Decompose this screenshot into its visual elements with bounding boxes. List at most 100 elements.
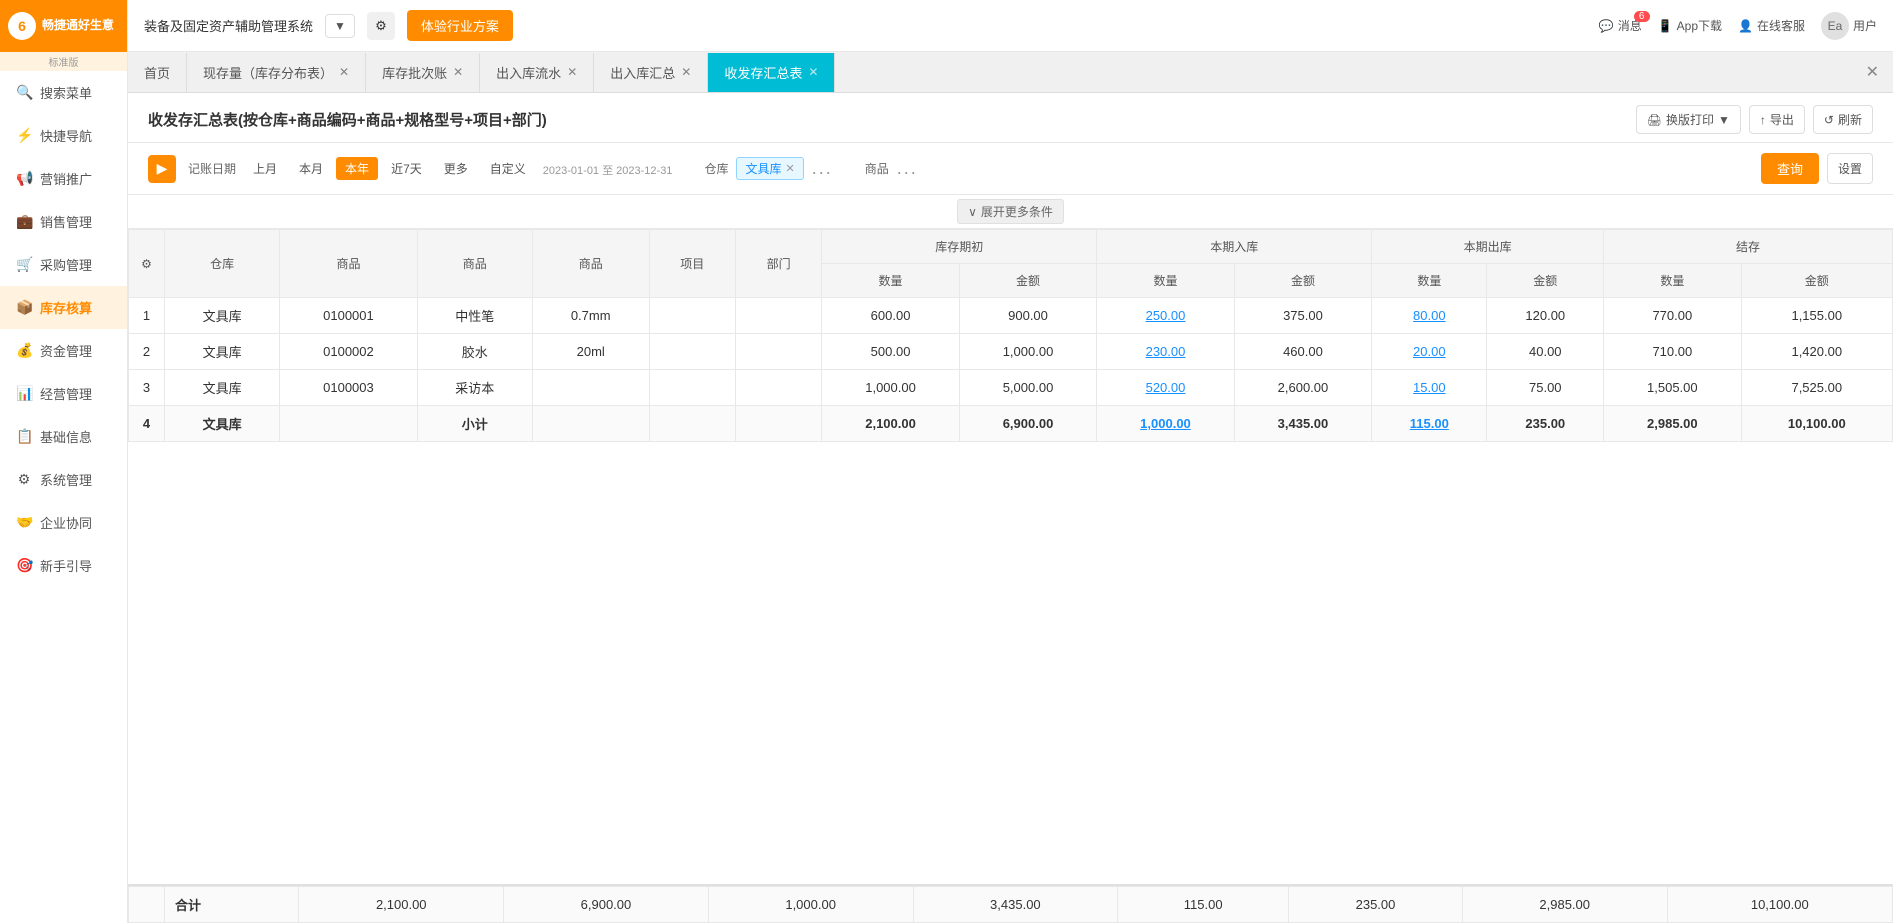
warehouse-dots[interactable]: ... <box>812 158 833 179</box>
cell-no: 3 <box>129 370 165 406</box>
tab-recv-send-close[interactable]: ✕ <box>808 65 818 79</box>
sidebar-item-newbie[interactable]: 🎯 新手引导 <box>0 544 127 587</box>
tab-home[interactable]: 首页 <box>128 53 187 92</box>
footer-close-amt: 10,100.00 <box>1667 887 1892 923</box>
print-button[interactable]: 🖨 换版打印 ▼ <box>1636 105 1741 134</box>
cell-in-qty[interactable]: 230.00 <box>1097 334 1234 370</box>
cell-in-qty[interactable]: 1,000.00 <box>1097 406 1234 442</box>
expand-more-label: 展开更多条件 <box>981 203 1053 220</box>
tab-summary-io[interactable]: 出入库汇总 ✕ <box>594 53 708 92</box>
warehouse-tag-close[interactable]: ✕ <box>785 162 794 175</box>
date-btn-custom[interactable]: 自定义 <box>481 157 535 180</box>
tab-summary-io-close[interactable]: ✕ <box>681 65 691 79</box>
th-group-out: 本期出库 <box>1372 230 1604 264</box>
tab-batch[interactable]: 库存批次账 ✕ <box>366 53 480 92</box>
cell-close-amt: 1,155.00 <box>1741 298 1892 334</box>
purchase-icon: 🛒 <box>16 256 32 273</box>
cell-close-qty: 710.00 <box>1604 334 1741 370</box>
date-btn-last-month[interactable]: 上月 <box>244 157 286 180</box>
sidebar-item-inventory[interactable]: 📦 库存核算 <box>0 286 127 329</box>
date-btn-more[interactable]: 更多 <box>435 157 477 180</box>
date-btn-this-year[interactable]: 本年 <box>336 157 378 180</box>
cell-close-qty: 2,985.00 <box>1604 406 1741 442</box>
tab-inventory-dist[interactable]: 现存量（库存分布表） ✕ <box>187 53 366 92</box>
sidebar-item-basic[interactable]: 📋 基础信息 <box>0 415 127 458</box>
th-opening-qty: 数量 <box>822 264 959 298</box>
refresh-icon: ↺ <box>1824 113 1834 127</box>
sidebar-logo: 6 畅捷通好生意 <box>0 0 127 52</box>
sidebar-item-collab[interactable]: 🤝 企业协同 <box>0 501 127 544</box>
cell-no: 4 <box>129 406 165 442</box>
cell-in-qty[interactable]: 520.00 <box>1097 370 1234 406</box>
tab-inventory-dist-close[interactable]: ✕ <box>339 65 349 79</box>
cell-dept <box>735 334 821 370</box>
column-settings-icon[interactable]: ⚙ <box>141 257 152 271</box>
cell-out-qty[interactable]: 115.00 <box>1372 406 1487 442</box>
cell-out-qty[interactable]: 20.00 <box>1372 334 1487 370</box>
cell-close-qty: 1,505.00 <box>1604 370 1741 406</box>
online-service-button[interactable]: 👤 在线客服 <box>1738 17 1805 34</box>
cell-out-amt: 75.00 <box>1487 370 1604 406</box>
app-name: 畅捷通好生意 <box>42 18 114 34</box>
sidebar-item-operations[interactable]: 📊 经营管理 <box>0 372 127 415</box>
sidebar-item-system[interactable]: ⚙ 系统管理 <box>0 458 127 501</box>
app-download-label: App下载 <box>1677 17 1722 34</box>
date-filter-section: 记账日期 上月 本月 本年 近7天 更多 自定义 2023-01-01 至 20… <box>188 157 672 180</box>
sidebar-item-marketing[interactable]: 📢 营销推广 <box>0 157 127 200</box>
cell-dept <box>735 298 821 334</box>
cell-warehouse: 文具库 <box>165 298 280 334</box>
goods-dots[interactable]: ... <box>897 158 918 179</box>
tab-flow-close[interactable]: ✕ <box>567 65 577 79</box>
system-selector[interactable]: ▼ <box>325 14 355 38</box>
cell-out-qty[interactable]: 15.00 <box>1372 370 1487 406</box>
cell-in-qty[interactable]: 250.00 <box>1097 298 1234 334</box>
sidebar-item-search[interactable]: 🔍 搜索菜单 <box>0 71 127 114</box>
sidebar-item-purchase[interactable]: 🛒 采购管理 <box>0 243 127 286</box>
footer-close-qty: 2,985.00 <box>1462 887 1667 923</box>
date-btn-this-month[interactable]: 本月 <box>290 157 332 180</box>
tab-batch-close[interactable]: ✕ <box>453 65 463 79</box>
filter-toggle-button[interactable]: ▶ <box>148 155 176 183</box>
sidebar: 6 畅捷通好生意 标准版 🔍 搜索菜单 ⚡ 快捷导航 📢 营销推广 💼 销售管理… <box>0 0 128 923</box>
refresh-label: 刷新 <box>1838 111 1862 128</box>
cell-open-qty: 600.00 <box>822 298 959 334</box>
warehouse-tag-text: 文具库 <box>745 160 781 177</box>
query-button[interactable]: 查询 <box>1761 153 1819 184</box>
warehouse-tag[interactable]: 文具库 ✕ <box>736 157 803 180</box>
sidebar-item-finance[interactable]: 💰 资金管理 <box>0 329 127 372</box>
system-selector-label: ▼ <box>334 19 346 33</box>
th-in-qty: 数量 <box>1097 264 1234 298</box>
footer-out-qty: 115.00 <box>1118 887 1289 923</box>
expand-more-button[interactable]: ∨ 展开更多条件 <box>957 199 1064 224</box>
sidebar-item-label: 系统管理 <box>40 470 92 489</box>
cell-name: 小计 <box>417 406 532 442</box>
collab-icon: 🤝 <box>16 514 32 531</box>
sidebar-item-quick[interactable]: ⚡ 快捷导航 <box>0 114 127 157</box>
date-btn-7days[interactable]: 近7天 <box>382 157 431 180</box>
sidebar-item-label: 快捷导航 <box>40 126 92 145</box>
trial-button[interactable]: 体验行业方案 <box>407 10 513 41</box>
tab-recv-send[interactable]: 收发存汇总表 ✕ <box>708 53 835 92</box>
th-closing-amt: 金额 <box>1741 264 1892 298</box>
cell-spec <box>532 370 649 406</box>
cell-open-amt: 1,000.00 <box>959 334 1096 370</box>
th-settings[interactable]: ⚙ <box>129 230 165 298</box>
tab-inventory-dist-label: 现存量（库存分布表） <box>203 63 333 82</box>
messages-button[interactable]: 💬 消息 6 <box>1599 17 1642 34</box>
main-content: 装备及固定资产辅助管理系统 ▼ ⚙ 体验行业方案 💬 消息 6 📱 App下载 … <box>128 0 1893 923</box>
tab-flow[interactable]: 出入库流水 ✕ <box>480 53 594 92</box>
settings-gear-button[interactable]: ⚙ <box>367 12 395 40</box>
app-download-button[interactable]: 📱 App下载 <box>1658 17 1722 34</box>
tabs-close-all-button[interactable]: ✕ <box>1852 52 1893 92</box>
refresh-button[interactable]: ↺ 刷新 <box>1813 105 1873 134</box>
user-menu[interactable]: Ea 用户 <box>1821 12 1877 40</box>
cell-code: 0100002 <box>280 334 418 370</box>
date-filter-label: 记账日期 <box>188 160 236 177</box>
mobile-icon: 📱 <box>1658 19 1673 33</box>
sidebar-item-sales[interactable]: 💼 销售管理 <box>0 200 127 243</box>
cell-out-qty[interactable]: 80.00 <box>1372 298 1487 334</box>
export-button[interactable]: ↑ 导出 <box>1749 105 1805 134</box>
cell-project <box>649 370 735 406</box>
filter-settings-button[interactable]: 设置 <box>1827 153 1873 184</box>
footer-total-label: 合计 <box>165 887 299 923</box>
